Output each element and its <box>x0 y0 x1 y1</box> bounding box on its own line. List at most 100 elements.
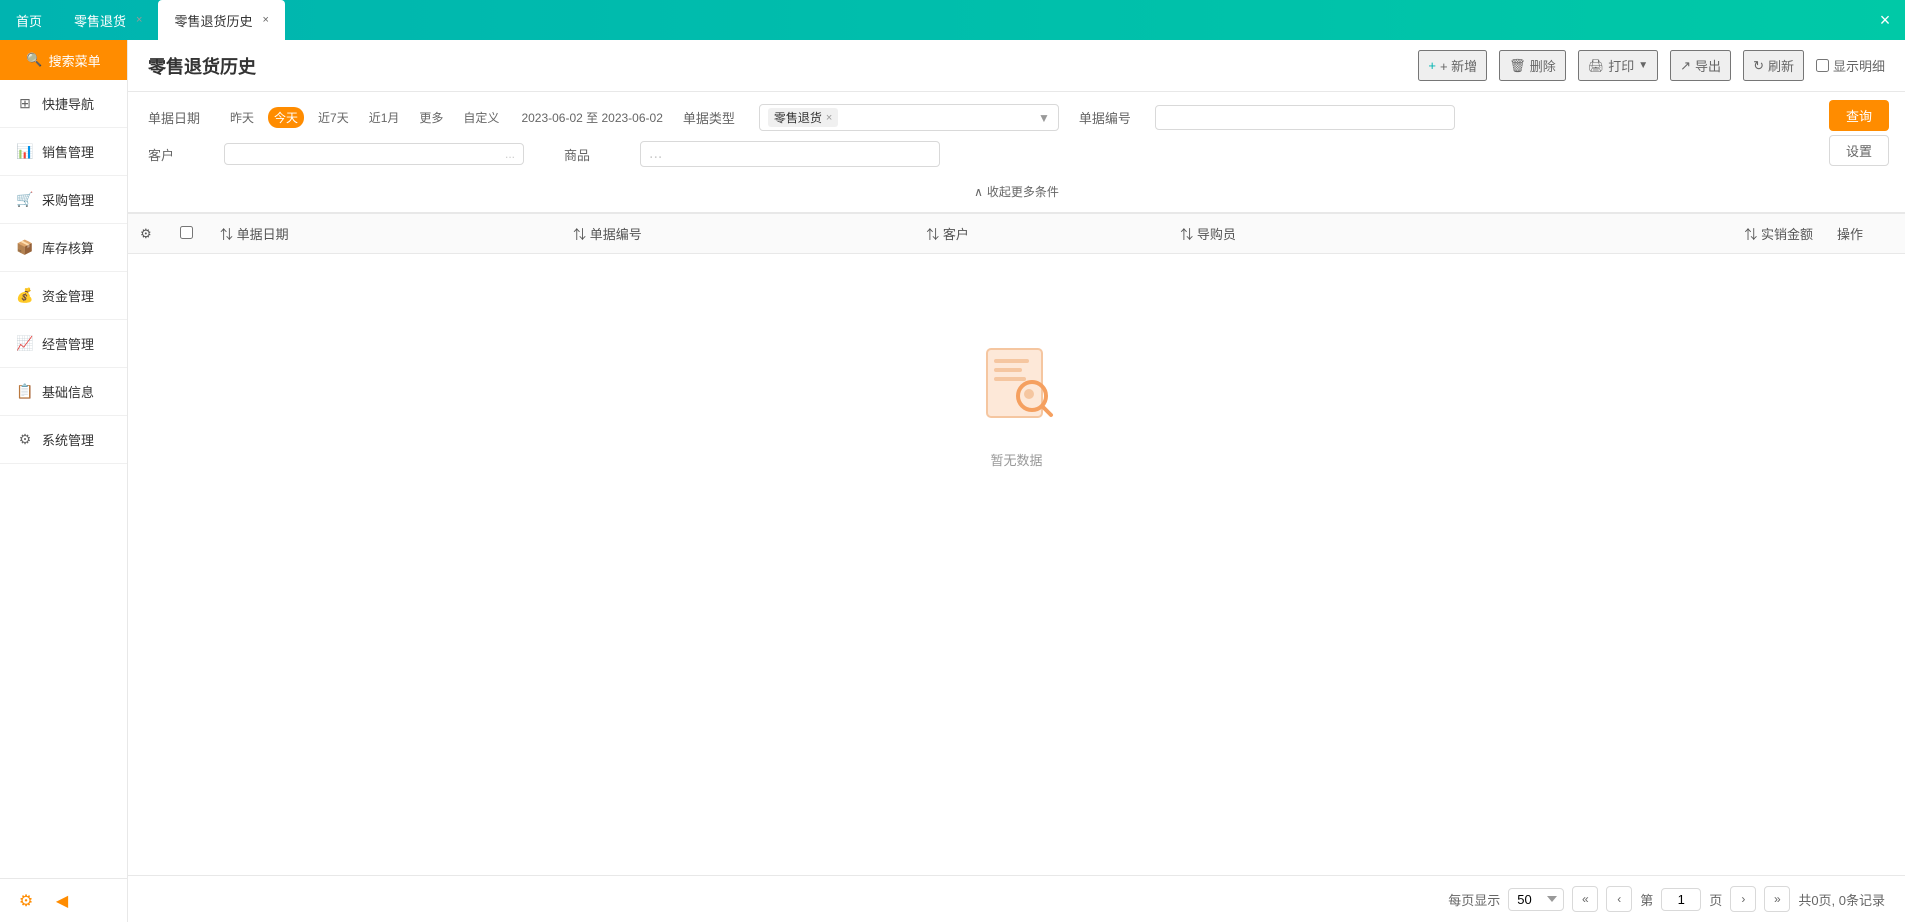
tab-label-retail-return: 零售退货 <box>74 11 126 30</box>
th-setting: ⚙ <box>128 214 168 254</box>
table-container: ⚙ ⇅ 单据日期 ⇅ 单据编号 <box>128 213 1905 875</box>
page-size-select[interactable]: 50 20 100 <box>1508 888 1564 911</box>
tab-retail-return-history[interactable]: 零售退货历史× <box>158 0 284 40</box>
search-icon: 🔍 <box>26 52 42 68</box>
select-all-checkbox[interactable] <box>180 226 193 239</box>
doc-type-tag: 零售退货 × <box>768 108 838 127</box>
date-more[interactable]: 更多 <box>413 107 449 128</box>
tab-close-retail-return-history[interactable]: × <box>262 14 268 26</box>
sidebar-search-button[interactable]: 🔍 搜索菜单 <box>0 40 127 80</box>
sidebar-icon-inventory: 📦 <box>16 239 34 257</box>
sidebar-item-finance[interactable]: 💰 资金管理 <box>0 272 127 320</box>
col-number-label: 单据编号 <box>590 227 642 242</box>
goods-input[interactable]: ... <box>640 141 940 167</box>
sidebar-menu-icon[interactable]: ◀ <box>48 887 76 915</box>
last-page-button[interactable]: » <box>1764 886 1790 912</box>
sidebar-item-purchase-mgmt[interactable]: 🛒 采购管理 <box>0 176 127 224</box>
doc-type-dropdown-icon[interactable]: ▼ <box>1038 111 1050 125</box>
tab-list: 首页零售退货×零售退货历史× <box>0 0 1865 40</box>
sidebar-label-system: 系统管理 <box>42 430 94 449</box>
sidebar-icon-basic-info: 📋 <box>16 383 34 401</box>
filter-row-1: 单据日期 昨天 今天 近7天 近1月 更多 自定义 2023-06-02 至 2… <box>148 104 1885 131</box>
add-button[interactable]: + + 新增 <box>1418 50 1487 81</box>
th-actions: 操作 <box>1825 214 1905 254</box>
sidebar-label-sales-mgmt: 销售管理 <box>42 142 94 161</box>
sidebar-icon-purchase-mgmt: 🛒 <box>16 191 34 209</box>
tab-retail-return[interactable]: 零售退货 × <box>58 0 158 40</box>
delete-icon: 🗑 <box>1509 58 1526 74</box>
query-button[interactable]: 查询 <box>1829 100 1889 131</box>
toolbar: + + 新增 🗑 删除 🖨 打印 ▼ ↗ 导出 ↻ <box>1418 50 1885 81</box>
col-date-label: 单据日期 <box>237 227 289 242</box>
date-options: 昨天 今天 近7天 近1月 更多 自定义 2023-06-02 至 2023-0… <box>224 107 663 128</box>
sidebar-search-label: 搜索菜单 <box>49 51 101 70</box>
page-of-label: 第 <box>1640 890 1653 909</box>
goods-label: 商品 <box>564 145 620 164</box>
customer-input[interactable]: ... <box>224 143 524 165</box>
sidebar-item-inventory[interactable]: 📦 库存核算 <box>0 224 127 272</box>
sidebar-icon-finance: 💰 <box>16 287 34 305</box>
sidebar-item-basic-info[interactable]: 📋 基础信息 <box>0 368 127 416</box>
th-checkbox <box>168 214 208 254</box>
empty-state-icon <box>967 334 1067 434</box>
export-button[interactable]: ↗ 导出 <box>1670 50 1731 81</box>
sidebar-icon-operations: 📈 <box>16 335 34 353</box>
show-detail-checkbox[interactable] <box>1816 59 1829 72</box>
doc-type-input-wrapper[interactable]: 零售退货 × ▼ <box>759 104 1059 131</box>
sidebar-item-operations[interactable]: 📈 经营管理 <box>0 320 127 368</box>
next-page-button[interactable]: › <box>1730 886 1756 912</box>
refresh-button[interactable]: ↻ 刷新 <box>1743 50 1804 81</box>
delete-button[interactable]: 🗑 删除 <box>1499 50 1566 81</box>
sidebar: 🔍 搜索菜单 ⊞ 快捷导航 📊 销售管理 🛒 采购管理 📦 库存核算 💰 资金管… <box>0 40 128 922</box>
print-icon: 🖨 <box>1588 58 1605 74</box>
sidebar-item-quick-nav[interactable]: ⊞ 快捷导航 <box>0 80 127 128</box>
empty-row: 暂无数据 <box>128 254 1905 550</box>
print-button[interactable]: 🖨 打印 ▼ <box>1578 50 1658 81</box>
tab-close-retail-return[interactable]: × <box>136 14 142 26</box>
empty-state: 暂无数据 <box>128 254 1905 549</box>
date-custom[interactable]: 自定义 <box>457 107 505 128</box>
sidebar-icon-system: ⚙ <box>16 431 34 449</box>
add-icon: + <box>1428 58 1436 73</box>
table-header-row: ⚙ ⇅ 单据日期 ⇅ 单据编号 <box>128 214 1905 254</box>
tab-home[interactable]: 首页 <box>0 0 58 40</box>
table-body: 暂无数据 <box>128 254 1905 550</box>
sidebar-label-inventory: 库存核算 <box>42 238 94 257</box>
date-range-display: 2023-06-02 至 2023-06-02 <box>521 109 662 126</box>
sidebar-label-quick-nav: 快捷导航 <box>42 94 94 113</box>
collapse-button[interactable]: ∧ 收起更多条件 <box>974 183 1059 200</box>
show-detail-wrapper: 显示明细 <box>1816 56 1885 75</box>
doc-type-label: 单据类型 <box>683 108 739 127</box>
filter-area: 单据日期 昨天 今天 近7天 近1月 更多 自定义 2023-06-02 至 2… <box>128 92 1905 213</box>
column-settings-icon[interactable]: ⚙ <box>140 226 152 241</box>
page-size-label: 每页显示 <box>1448 890 1500 909</box>
prev-page-button[interactable]: ‹ <box>1606 886 1632 912</box>
date-today[interactable]: 今天 <box>268 107 304 128</box>
th-customer: ⇅ 客户 <box>914 214 1168 254</box>
data-table: ⚙ ⇅ 单据日期 ⇅ 单据编号 <box>128 213 1905 549</box>
doc-number-input[interactable] <box>1155 105 1455 130</box>
date-yesterday[interactable]: 昨天 <box>224 107 260 128</box>
print-dropdown-icon: ▼ <box>1638 60 1648 71</box>
table-head: ⚙ ⇅ 单据日期 ⇅ 单据编号 <box>128 214 1905 254</box>
date-7days[interactable]: 近7天 <box>312 107 355 128</box>
settings-button[interactable]: 设置 <box>1829 135 1889 166</box>
window-close-button[interactable]: × <box>1865 0 1905 40</box>
date-1month[interactable]: 近1月 <box>363 107 406 128</box>
sidebar-label-basic-info: 基础信息 <box>42 382 94 401</box>
th-date: ⇅ 单据日期 <box>208 214 561 254</box>
total-count: 共0页, 0条记录 <box>1798 890 1885 909</box>
main-layout: 🔍 搜索菜单 ⊞ 快捷导航 📊 销售管理 🛒 采购管理 📦 库存核算 💰 资金管… <box>0 40 1905 922</box>
doc-type-tag-close[interactable]: × <box>826 112 832 124</box>
first-page-button[interactable]: « <box>1572 886 1598 912</box>
sidebar-settings-icon[interactable]: ⚙ <box>12 887 40 915</box>
col-amount-label: 实销金额 <box>1761 227 1813 242</box>
page-number-input[interactable] <box>1661 888 1701 911</box>
top-bar: 首页零售退货×零售退货历史× × <box>0 0 1905 40</box>
sidebar-label-finance: 资金管理 <box>42 286 94 305</box>
sidebar-label-purchase-mgmt: 采购管理 <box>42 190 94 209</box>
doc-type-tag-value: 零售退货 <box>774 109 822 126</box>
sidebar-item-system[interactable]: ⚙ 系统管理 <box>0 416 127 464</box>
sidebar-item-sales-mgmt[interactable]: 📊 销售管理 <box>0 128 127 176</box>
content-area: 零售退货历史 + + 新增 🗑 删除 🖨 打印 ▼ ↗ 导出 <box>128 40 1905 922</box>
